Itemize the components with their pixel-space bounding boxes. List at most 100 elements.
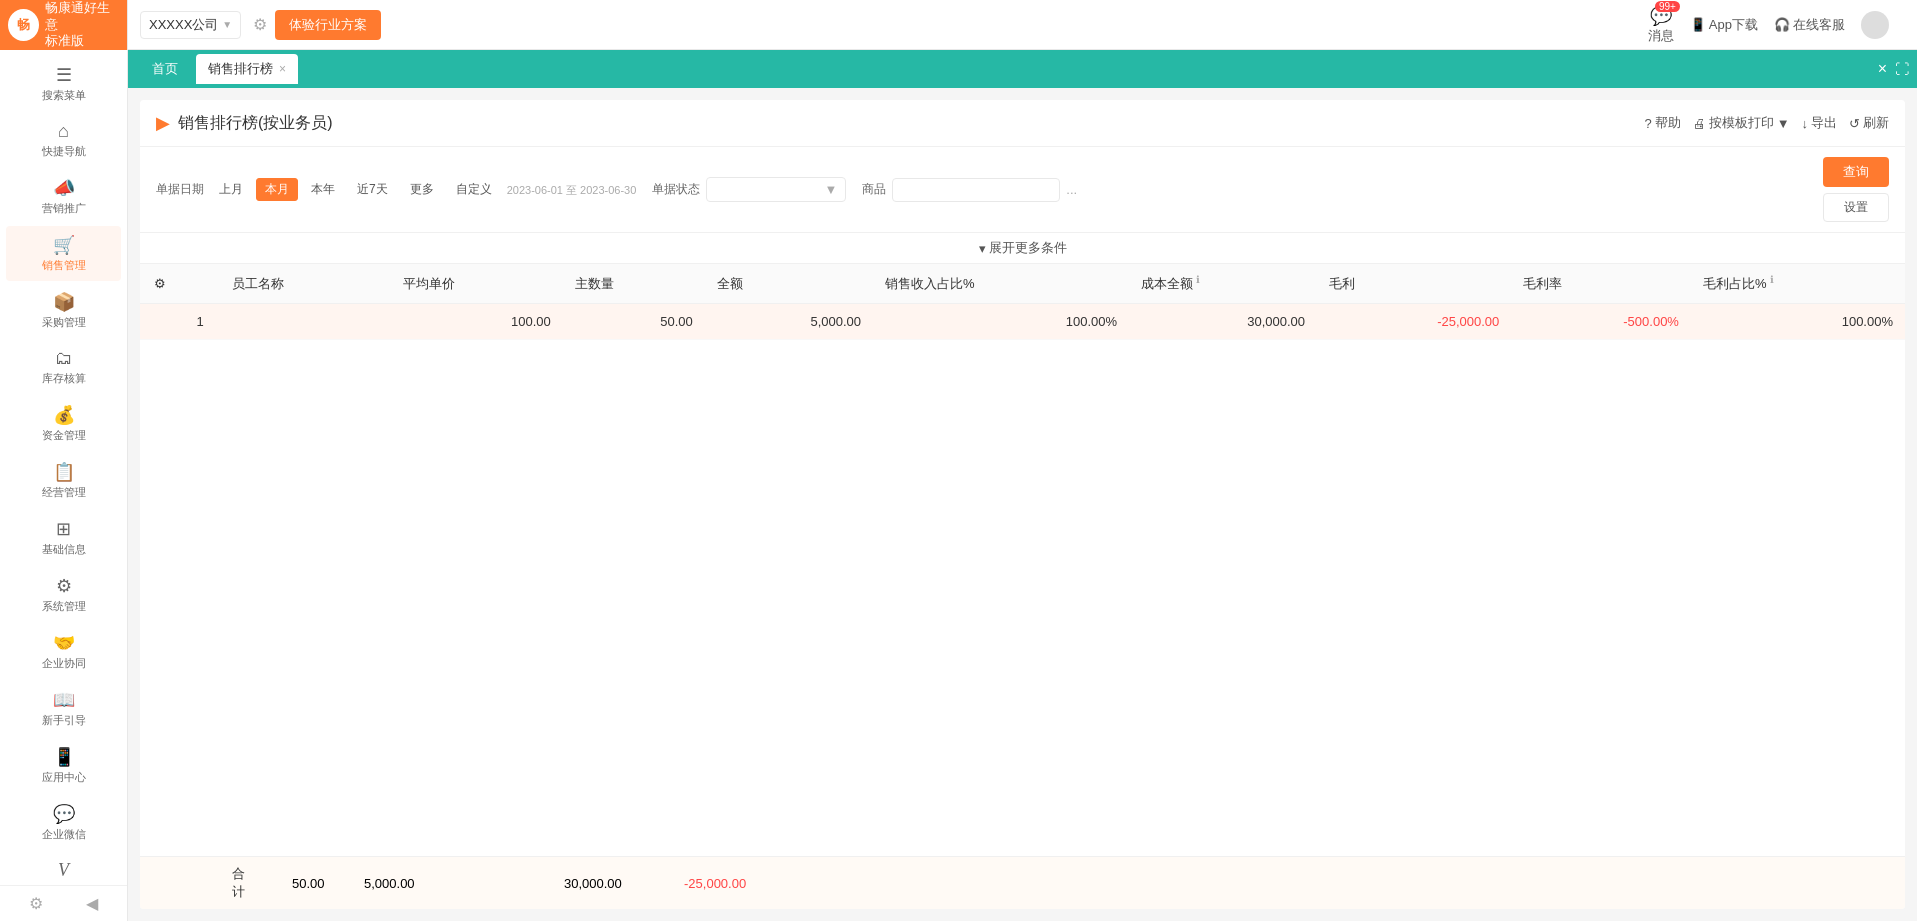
col-qty: 主数量: [563, 264, 705, 304]
table-header-row: ⚙ 员工名称 平均单价 主数量: [140, 264, 1905, 304]
footer-qty: 50.00: [232, 876, 352, 891]
period-current-month-btn[interactable]: 本月: [256, 178, 298, 201]
tab-sales-ranking[interactable]: 销售排行榜 ×: [196, 54, 298, 84]
content-card: ▶ 销售排行榜(按业务员) ? 帮助 🖨 按模板打印 ▼ ↓ 导: [140, 100, 1905, 909]
member-icon: V: [58, 860, 69, 881]
sidebar-item-member[interactable]: V 畅会员: [6, 852, 121, 885]
sidebar-item-inventory[interactable]: 🗂 库存核算: [6, 340, 121, 394]
refresh-btn[interactable]: ↺ 刷新: [1849, 114, 1889, 132]
row-settings-cell: [140, 304, 180, 340]
page-header: ▶ 销售排行榜(按业务员) ? 帮助 🖨 按模板打印 ▼ ↓ 导: [140, 100, 1905, 147]
row-name-cell: [220, 304, 391, 340]
date-filter-group: 单据日期 上月 本月 本年 近7天 更多 自定义 2023-06-01 至 20…: [156, 178, 636, 201]
user-avatar[interactable]: [1861, 11, 1889, 39]
expand-more-btn[interactable]: ▾ 展开更多条件: [979, 239, 1067, 257]
system-icon: ⚙: [56, 575, 72, 597]
row-rank-cell: 1: [180, 304, 220, 340]
col-avg-price: 平均单价: [391, 264, 562, 304]
table-row: 1 100.00 50.00: [140, 304, 1905, 340]
column-settings-icon[interactable]: ⚙: [154, 276, 166, 291]
topbar-right: 💬 99+ 消息 📱 App下载 🎧 在线客服: [1648, 5, 1905, 45]
period-buttons: 上月 本月 本年 近7天 更多 自定义: [210, 178, 501, 201]
page-title: 销售排行榜(按业务员): [178, 113, 333, 134]
page-actions: ? 帮助 🖨 按模板打印 ▼ ↓ 导出 ↺ 刷新: [1644, 114, 1889, 132]
row-qty-cell: 50.00: [563, 304, 705, 340]
filter-bar: 单据日期 上月 本月 本年 近7天 更多 自定义 2023-06-01 至 20…: [140, 147, 1905, 233]
sidebar: 畅 畅康通好生意 标准版 ☰ 搜索菜单 ⌂ 快捷导航 📣 营销推广 🛒 销售管理…: [0, 0, 128, 921]
goods-more-icon[interactable]: ...: [1066, 182, 1077, 197]
footer-amount: 5,000.00: [352, 876, 472, 891]
topbar: XXXXX公司 ▼ ⚙ 体验行业方案 💬 99+ 消息 📱 App下载 🎧 在线…: [128, 0, 1917, 50]
message-badge: 99+: [1655, 1, 1680, 12]
tabbar: 首页 销售排行榜 × × ⛶: [128, 50, 1917, 88]
window-expand-icon[interactable]: ⛶: [1895, 61, 1909, 77]
help-icon: ?: [1644, 116, 1651, 131]
inventory-icon: 🗂: [55, 348, 73, 369]
back-arrow-icon[interactable]: ▶: [156, 112, 170, 134]
status-filter-label: 单据状态: [652, 181, 700, 198]
sidebar-item-system[interactable]: ⚙ 系统管理: [6, 567, 121, 622]
sidebar-item-purchase[interactable]: 📦 采购管理: [6, 283, 121, 338]
col-employee-name: 员工名称: [220, 264, 391, 304]
app-download-btn[interactable]: 📱 App下载: [1690, 16, 1758, 34]
sidebar-item-quick-nav[interactable]: ⌂ 快捷导航: [6, 113, 121, 167]
tab-close-icon[interactable]: ×: [279, 62, 286, 76]
status-select[interactable]: ▼: [706, 177, 846, 202]
template-print-btn[interactable]: 🖨 按模板打印 ▼: [1693, 114, 1790, 132]
online-service-btn[interactable]: 🎧 在线客服: [1774, 16, 1845, 34]
company-dropdown-arrow: ▼: [222, 19, 232, 30]
sidebar-item-sales[interactable]: 🛒 销售管理: [6, 226, 121, 281]
company-selector[interactable]: XXXXX公司 ▼: [140, 11, 241, 39]
main-area: XXXXX公司 ▼ ⚙ 体验行业方案 💬 99+ 消息 📱 App下载 🎧 在线…: [128, 0, 1917, 921]
settings-button[interactable]: 设置: [1823, 193, 1889, 222]
row-amount-cell: 5,000.00: [705, 304, 873, 340]
sidebar-item-wechat[interactable]: 💬 企业微信: [6, 795, 121, 850]
window-close-icon[interactable]: ×: [1878, 60, 1887, 78]
content-area: ▶ 销售排行榜(按业务员) ? 帮助 🖨 按模板打印 ▼ ↓ 导: [128, 88, 1917, 921]
topbar-gear-icon[interactable]: ⚙: [253, 15, 267, 34]
help-btn[interactable]: ? 帮助: [1644, 114, 1680, 132]
col-sales-pct: 销售收入占比%: [873, 264, 1129, 304]
query-button[interactable]: 查询: [1823, 157, 1889, 187]
row-cost-cell: 30,000.00: [1129, 304, 1317, 340]
period-last-month-btn[interactable]: 上月: [210, 178, 252, 201]
period-custom-btn[interactable]: 自定义: [447, 178, 501, 201]
period-year-btn[interactable]: 本年: [302, 178, 344, 201]
goods-filter-label: 商品: [862, 181, 886, 198]
row-gross-pct-cell: 100.00%: [1691, 304, 1905, 340]
period-7days-btn[interactable]: 近7天: [348, 178, 397, 201]
row-sales-pct-cell: 100.00%: [873, 304, 1129, 340]
footer-cost: 30,000.00: [552, 876, 672, 891]
template-print-dropdown-icon: ▼: [1777, 116, 1790, 131]
logo-text: 畅康通好生意 标准版: [45, 0, 119, 50]
collapse-icon[interactable]: ◀: [86, 894, 98, 913]
sidebar-item-finance[interactable]: 💰 资金管理: [6, 396, 121, 451]
sidebar-item-guide[interactable]: 📖 新手引导: [6, 681, 121, 736]
message-btn[interactable]: 💬 99+ 消息: [1648, 5, 1674, 45]
export-btn[interactable]: ↓ 导出: [1802, 114, 1838, 132]
period-more-btn[interactable]: 更多: [401, 178, 443, 201]
sidebar-item-app-center[interactable]: 📱 应用中心: [6, 738, 121, 793]
col-settings[interactable]: ⚙: [140, 264, 180, 304]
logo-icon: 畅: [8, 9, 39, 41]
row-gross-cell: -25,000.00: [1317, 304, 1511, 340]
trial-btn[interactable]: 体验行业方案: [275, 10, 381, 40]
sales-icon: 🛒: [53, 234, 75, 256]
sidebar-item-search[interactable]: ☰ 搜索菜单: [6, 56, 121, 111]
sidebar-item-collab[interactable]: 🤝 企业协同: [6, 624, 121, 679]
footer-label: 合计: [152, 865, 232, 901]
sidebar-item-basic-info[interactable]: ⊞ 基础信息: [6, 510, 121, 565]
query-settings: 查询 设置: [1823, 157, 1889, 222]
status-filter-group: 单据状态 ▼: [652, 177, 846, 202]
sidebar-item-marketing[interactable]: 📣 营销推广: [6, 169, 121, 224]
col-gross-rate: 毛利率: [1511, 264, 1691, 304]
goods-input[interactable]: [892, 178, 1060, 202]
footer-gross: -25,000.00: [672, 876, 792, 891]
tab-home[interactable]: 首页: [136, 52, 194, 86]
settings-bottom-icon[interactable]: ⚙: [29, 894, 43, 913]
home-icon: ⌂: [58, 121, 69, 142]
table-footer: 合计 50.00 5,000.00 30,000.00 -25,000.00: [140, 856, 1905, 909]
col-gross: 毛利: [1317, 264, 1511, 304]
sidebar-item-operations[interactable]: 📋 经营管理: [6, 453, 121, 508]
print-icon: 🖨: [1693, 116, 1706, 131]
